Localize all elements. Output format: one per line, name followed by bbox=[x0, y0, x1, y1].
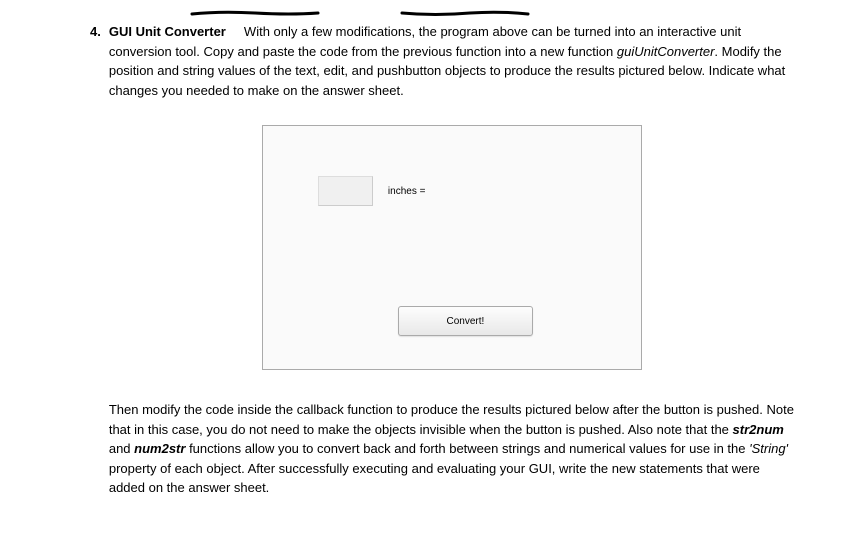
function-name: guiUnitConverter bbox=[617, 44, 715, 59]
inches-label: inches = bbox=[388, 184, 426, 199]
scribble-marks bbox=[190, 10, 795, 18]
gui-window: inches = Convert! bbox=[262, 125, 642, 370]
intro-paragraph: GUI Unit Converter With only a few modif… bbox=[109, 22, 795, 100]
question-title: GUI Unit Converter bbox=[109, 24, 226, 39]
p2-text-4: property of each object. After successfu… bbox=[109, 461, 760, 496]
inches-input[interactable] bbox=[318, 176, 373, 206]
question-number: 4. bbox=[90, 22, 101, 42]
convert-button[interactable]: Convert! bbox=[398, 306, 533, 336]
second-paragraph: Then modify the code inside the callback… bbox=[109, 400, 795, 498]
scribble-mark-2 bbox=[400, 10, 530, 18]
scribble-mark-1 bbox=[190, 10, 320, 18]
p2-text-1: Then modify the code inside the callback… bbox=[109, 402, 794, 437]
func-num2str: num2str bbox=[134, 441, 185, 456]
string-property: 'String' bbox=[749, 441, 788, 456]
question-block: 4. GUI Unit Converter With only a few mo… bbox=[90, 22, 795, 502]
convert-button-label: Convert! bbox=[447, 314, 485, 329]
p2-text-3: functions allow you to convert back and … bbox=[185, 441, 749, 456]
func-str2num: str2num bbox=[733, 422, 784, 437]
p2-text-2: and bbox=[109, 441, 134, 456]
question-content: GUI Unit Converter With only a few modif… bbox=[109, 22, 795, 502]
